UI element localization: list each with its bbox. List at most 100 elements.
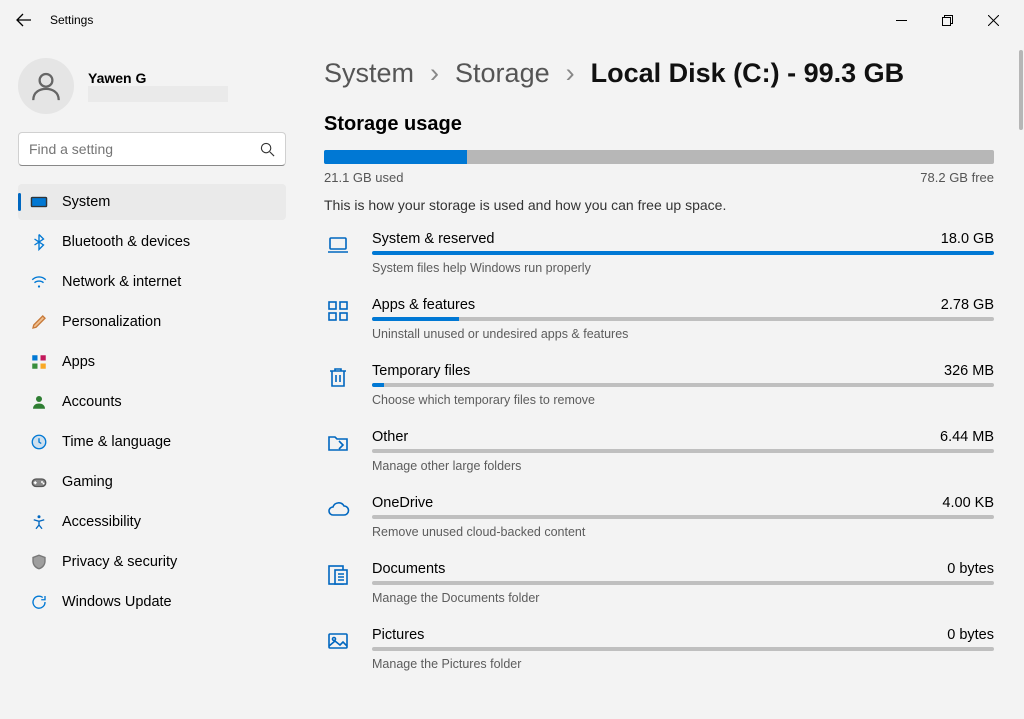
profile[interactable]: Yawen G [18,58,286,114]
category-bar [372,251,994,255]
nav-label: Privacy & security [62,554,177,570]
minimize-icon [896,15,907,26]
cloud-icon [324,495,352,539]
nav: System Bluetooth & devices Network & inter… [18,184,286,620]
folder-icon [324,429,352,473]
close-icon [988,15,999,26]
sidebar-item-privacy-security[interactable]: Privacy & security [18,544,286,580]
category-temporary-files[interactable]: Temporary files326 MBChoose which tempor… [324,363,994,407]
maximize-button[interactable] [924,4,970,36]
category-name: Apps & features [372,297,475,313]
nav-label: Time & language [62,434,171,450]
breadcrumb: System › Storage › Local Disk (C:) - 99.… [324,58,994,89]
category-sub: Manage the Documents folder [372,591,994,605]
profile-name: Yawen G [88,70,228,86]
nav-label: Network & internet [62,274,181,290]
back-button[interactable] [8,4,40,36]
free-label: 78.2 GB free [920,170,994,185]
maximize-icon [942,15,953,26]
sidebar-item-apps[interactable]: Apps [18,344,286,380]
nav-label: Windows Update [62,594,172,610]
category-documents[interactable]: Documents 0 bytes Manage the Documents fol… [324,561,994,605]
storage-usage-fill [324,150,467,164]
category-apps-features[interactable]: Apps & features 2.78 GB Uninstall unused o… [324,297,994,341]
update-icon [30,593,48,611]
sidebar: Yawen G System Bluetooth & devices Network… [0,40,300,719]
category-name: Temporary files [372,363,470,379]
trash-icon [324,363,352,407]
nav-label: Personalization [62,314,161,330]
nav-label: Bluetooth & devices [62,234,190,250]
nav-label: Apps [62,354,95,370]
laptop-icon [324,231,352,275]
sidebar-item-network-internet[interactable]: Network & internet [18,264,286,300]
category-sub: System files help Windows run properly [372,261,994,275]
nav-label: Accounts [62,394,122,410]
category-sub: Uninstall unused or undesired apps & fea… [372,327,994,341]
category-sub: Manage other large folders [372,459,994,473]
breadcrumb-storage[interactable]: Storage [455,58,550,89]
storage-usage-bar [324,150,994,164]
scrollbar[interactable] [1019,50,1023,130]
sidebar-item-accessibility[interactable]: Accessibility [18,504,286,540]
pen-icon [30,313,48,331]
sidebar-item-bluetooth-devices[interactable]: Bluetooth & devices [18,224,286,260]
image-icon [324,627,352,671]
category-bar [372,317,994,321]
category-bar [372,647,994,651]
category-bar [372,581,994,585]
storage-description: This is how your storage is used and how… [324,197,994,213]
category-size: 6.44 MB [940,429,994,445]
profile-email [88,86,228,102]
chevron-right-icon: › [430,58,439,89]
search-box[interactable] [18,132,286,166]
category-size: 0 bytes [947,561,994,577]
category-name: OneDrive [372,495,433,511]
nav-label: System [62,194,110,210]
category-name: Documents [372,561,445,577]
category-pictures[interactable]: Pictures 0 bytes Manage the Pictures folde… [324,627,994,671]
category-other[interactable]: Other 6.44 MB Manage other large folders [324,429,994,473]
category-size: 2.78 GB [941,297,994,313]
category-sub: Remove unused cloud-backed content [372,525,994,539]
gaming-icon [30,473,48,491]
category-size: 4.00 KB [942,495,994,511]
category-bar-fill [372,383,384,387]
sidebar-item-windows-update[interactable]: Windows Update [18,584,286,620]
content: System › Storage › Local Disk (C:) - 99.… [300,40,1024,719]
search-icon [260,142,275,157]
sidebar-item-system[interactable]: System [18,184,286,220]
close-button[interactable] [970,4,1016,36]
wifi-icon [30,273,48,291]
shield-icon [30,553,48,571]
used-label: 21.1 GB used [324,170,404,185]
sidebar-item-personalization[interactable]: Personalization [18,304,286,340]
category-size: 0 bytes [947,627,994,643]
time-icon [30,433,48,451]
category-bar-fill [372,251,994,255]
category-bar-fill [372,317,459,321]
search-input[interactable] [29,141,260,157]
category-name: Pictures [372,627,424,643]
category-sub: Choose which temporary files to remove [372,393,994,407]
category-system-reserved[interactable]: System & reserved18.0 GBSystem files hel… [324,231,994,275]
category-bar [372,383,994,387]
category-sub: Manage the Pictures folder [372,657,994,671]
breadcrumb-system[interactable]: System [324,58,414,89]
bluetooth-icon [30,233,48,251]
chevron-right-icon: › [566,58,575,89]
sidebar-item-accounts[interactable]: Accounts [18,384,286,420]
category-name: Other [372,429,408,445]
sidebar-item-gaming[interactable]: Gaming [18,464,286,500]
category-onedrive[interactable]: OneDrive 4.00 KB Remove unused cloud-backe… [324,495,994,539]
minimize-button[interactable] [878,4,924,36]
apps-icon [30,353,48,371]
person-icon [29,69,63,103]
nav-label: Accessibility [62,514,141,530]
doc-icon [324,561,352,605]
access-icon [30,513,48,531]
category-bar [372,449,994,453]
sidebar-item-time-language[interactable]: Time & language [18,424,286,460]
nav-label: Gaming [62,474,113,490]
titlebar: Settings [0,0,1024,40]
